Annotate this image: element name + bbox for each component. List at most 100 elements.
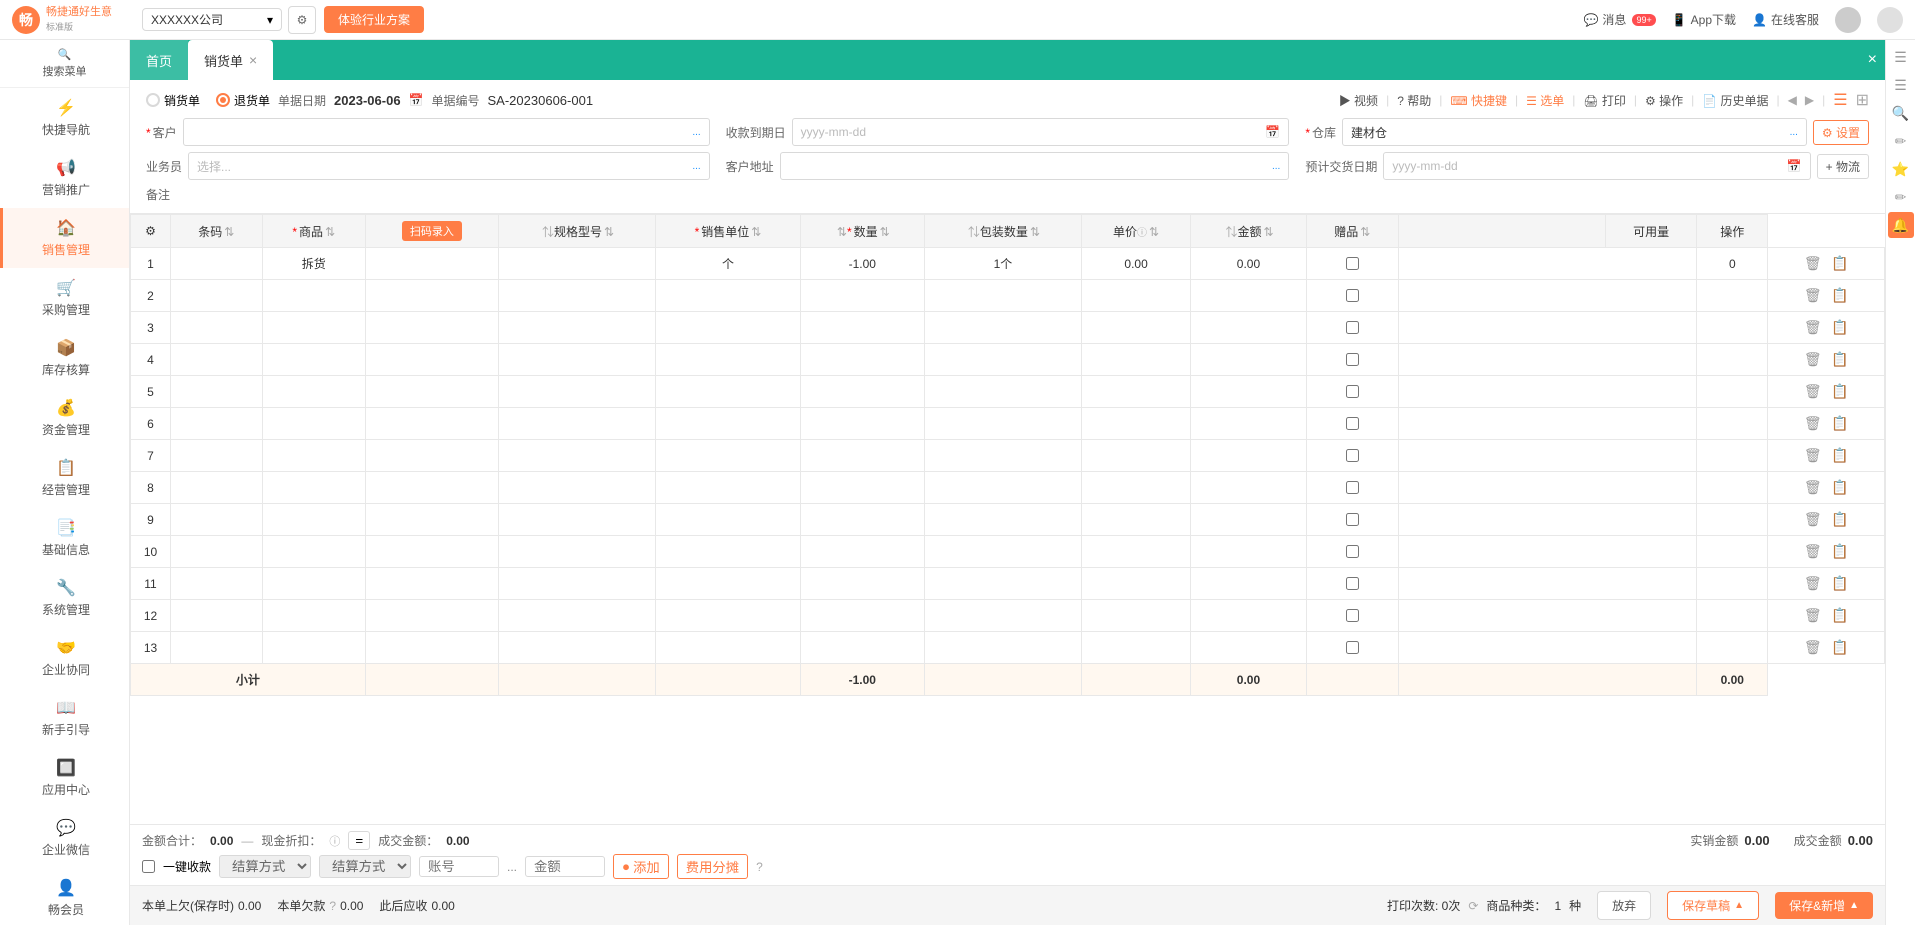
delete-row-icon[interactable]: 🗑 xyxy=(1804,511,1822,527)
row-amount[interactable]: 0.00 xyxy=(1191,248,1307,280)
row-unit-price[interactable] xyxy=(1082,440,1191,472)
row-spec[interactable] xyxy=(498,472,655,504)
row-quantity[interactable] xyxy=(800,632,924,664)
gift-checkbox[interactable] xyxy=(1346,481,1359,494)
account-input[interactable] xyxy=(419,856,499,877)
sidebar-item-member[interactable]: 👤畅会员 xyxy=(0,868,129,925)
settings-button[interactable]: ⚙ xyxy=(288,6,316,34)
row-package-qty[interactable]: 1个 xyxy=(924,248,1081,280)
row-gift[interactable] xyxy=(1306,536,1398,568)
sidebar-item-system[interactable]: 🔧系统管理 xyxy=(0,568,129,628)
sidebar-item-purchase[interactable]: 🛒采购管理 xyxy=(0,268,129,328)
row-quantity[interactable] xyxy=(800,344,924,376)
row-spec[interactable] xyxy=(498,440,655,472)
row-quantity[interactable] xyxy=(800,376,924,408)
row-gift[interactable] xyxy=(1306,248,1398,280)
add-button[interactable]: ● 添加 xyxy=(613,854,669,879)
row-unit[interactable] xyxy=(656,312,801,344)
right-panel-btn-4[interactable]: ✏ xyxy=(1888,128,1914,154)
copy-row-icon[interactable]: 📋 xyxy=(1831,319,1848,335)
grid-view-icon[interactable]: ⊞ xyxy=(1856,90,1869,110)
right-panel-btn-1[interactable]: ☰ xyxy=(1888,44,1914,70)
sidebar-item-wechat[interactable]: 💬企业微信 xyxy=(0,808,129,868)
row-unit-price[interactable] xyxy=(1082,536,1191,568)
expected-delivery-calendar-icon[interactable]: 📅 xyxy=(1787,159,1802,173)
row-unit[interactable] xyxy=(656,440,801,472)
print-btn[interactable]: 🖨 打印 xyxy=(1583,92,1626,109)
customer-input[interactable]: ... xyxy=(183,118,710,146)
row-gift[interactable] xyxy=(1306,504,1398,536)
right-panel-btn-5[interactable]: ⭐ xyxy=(1888,156,1914,182)
row-product[interactable] xyxy=(262,600,365,632)
right-panel-btn-6[interactable]: ✏ xyxy=(1888,184,1914,210)
row-product[interactable]: 拆货 xyxy=(262,248,365,280)
help-btn[interactable]: ? 帮助 xyxy=(1397,92,1431,109)
company-selector[interactable]: XXXXXX公司 ▾ xyxy=(142,8,282,31)
right-panel-btn-3[interactable]: 🔍 xyxy=(1888,100,1914,126)
delete-row-icon[interactable]: 🗑 xyxy=(1804,607,1822,623)
row-product[interactable] xyxy=(262,472,365,504)
delete-row-icon[interactable]: 🗑 xyxy=(1804,479,1822,495)
row-quantity[interactable] xyxy=(800,568,924,600)
gift-checkbox[interactable] xyxy=(1346,641,1359,654)
sidebar-item-basic-info[interactable]: 📑基础信息 xyxy=(0,508,129,568)
copy-row-icon[interactable]: 📋 xyxy=(1831,447,1848,463)
row-gift[interactable] xyxy=(1306,280,1398,312)
row-amount[interactable] xyxy=(1191,504,1307,536)
delete-row-icon[interactable]: 🗑 xyxy=(1804,447,1822,463)
row-spec[interactable] xyxy=(498,504,655,536)
sidebar-item-guide[interactable]: 📖新手引导 xyxy=(0,688,129,748)
gift-checkbox[interactable] xyxy=(1346,449,1359,462)
row-gift[interactable] xyxy=(1306,600,1398,632)
row-quantity[interactable] xyxy=(800,280,924,312)
sidebar-item-operations[interactable]: 📋经营管理 xyxy=(0,448,129,508)
row-quantity[interactable] xyxy=(800,408,924,440)
one-click-checkbox[interactable] xyxy=(142,860,155,873)
row-product[interactable] xyxy=(262,408,365,440)
row-package-qty[interactable] xyxy=(924,280,1081,312)
row-spec[interactable] xyxy=(498,632,655,664)
sidebar-item-apps[interactable]: 🔲应用中心 xyxy=(0,748,129,808)
prev-icon[interactable]: ◀ xyxy=(1788,93,1797,107)
row-package-qty[interactable] xyxy=(924,600,1081,632)
product-types-refresh[interactable]: ⟳ xyxy=(1468,899,1478,913)
copy-row-icon[interactable]: 📋 xyxy=(1831,607,1848,623)
delete-row-icon[interactable]: 🗑 xyxy=(1804,639,1822,655)
row-unit[interactable] xyxy=(656,344,801,376)
row-product[interactable] xyxy=(262,504,365,536)
copy-row-icon[interactable]: 📋 xyxy=(1831,255,1848,271)
row-unit-price[interactable] xyxy=(1082,408,1191,440)
radio-sales[interactable]: 销货单 xyxy=(146,92,200,109)
row-package-qty[interactable] xyxy=(924,568,1081,600)
row-unit-price[interactable] xyxy=(1082,472,1191,504)
tab-sales-order[interactable]: 销货单 × xyxy=(188,40,273,80)
row-package-qty[interactable] xyxy=(924,376,1081,408)
delete-row-icon[interactable]: 🗑 xyxy=(1804,415,1822,431)
delete-row-icon[interactable]: 🗑 xyxy=(1804,543,1822,559)
row-amount[interactable] xyxy=(1191,344,1307,376)
row-product[interactable] xyxy=(262,632,365,664)
row-barcode[interactable] xyxy=(171,440,263,472)
row-barcode[interactable] xyxy=(171,504,263,536)
row-spec[interactable] xyxy=(498,344,655,376)
sidebar-item-inventory[interactable]: 📦库存核算 xyxy=(0,328,129,388)
due-date-calendar-icon[interactable]: 📅 xyxy=(1265,125,1280,139)
expected-delivery-input[interactable]: yyyy-mm-dd 📅 xyxy=(1383,152,1810,180)
sidebar-item-quick-nav[interactable]: ⚡快捷导航 xyxy=(0,88,129,148)
radio-return[interactable]: 退货单 xyxy=(216,92,270,109)
row-product[interactable] xyxy=(262,344,365,376)
row-product[interactable] xyxy=(262,440,365,472)
gift-checkbox[interactable] xyxy=(1346,545,1359,558)
row-product[interactable] xyxy=(262,568,365,600)
row-barcode[interactable] xyxy=(171,536,263,568)
row-unit-price[interactable] xyxy=(1082,344,1191,376)
equals-button[interactable]: = xyxy=(348,831,370,850)
sidebar-item-marketing[interactable]: 📢营销推广 xyxy=(0,148,129,208)
row-package-qty[interactable] xyxy=(924,472,1081,504)
row-product[interactable] xyxy=(262,312,365,344)
history-btn[interactable]: 📄 历史单据 xyxy=(1702,92,1768,109)
row-package-qty[interactable] xyxy=(924,504,1081,536)
amount-field[interactable] xyxy=(525,856,605,877)
copy-row-icon[interactable]: 📋 xyxy=(1831,383,1848,399)
copy-row-icon[interactable]: 📋 xyxy=(1831,415,1848,431)
